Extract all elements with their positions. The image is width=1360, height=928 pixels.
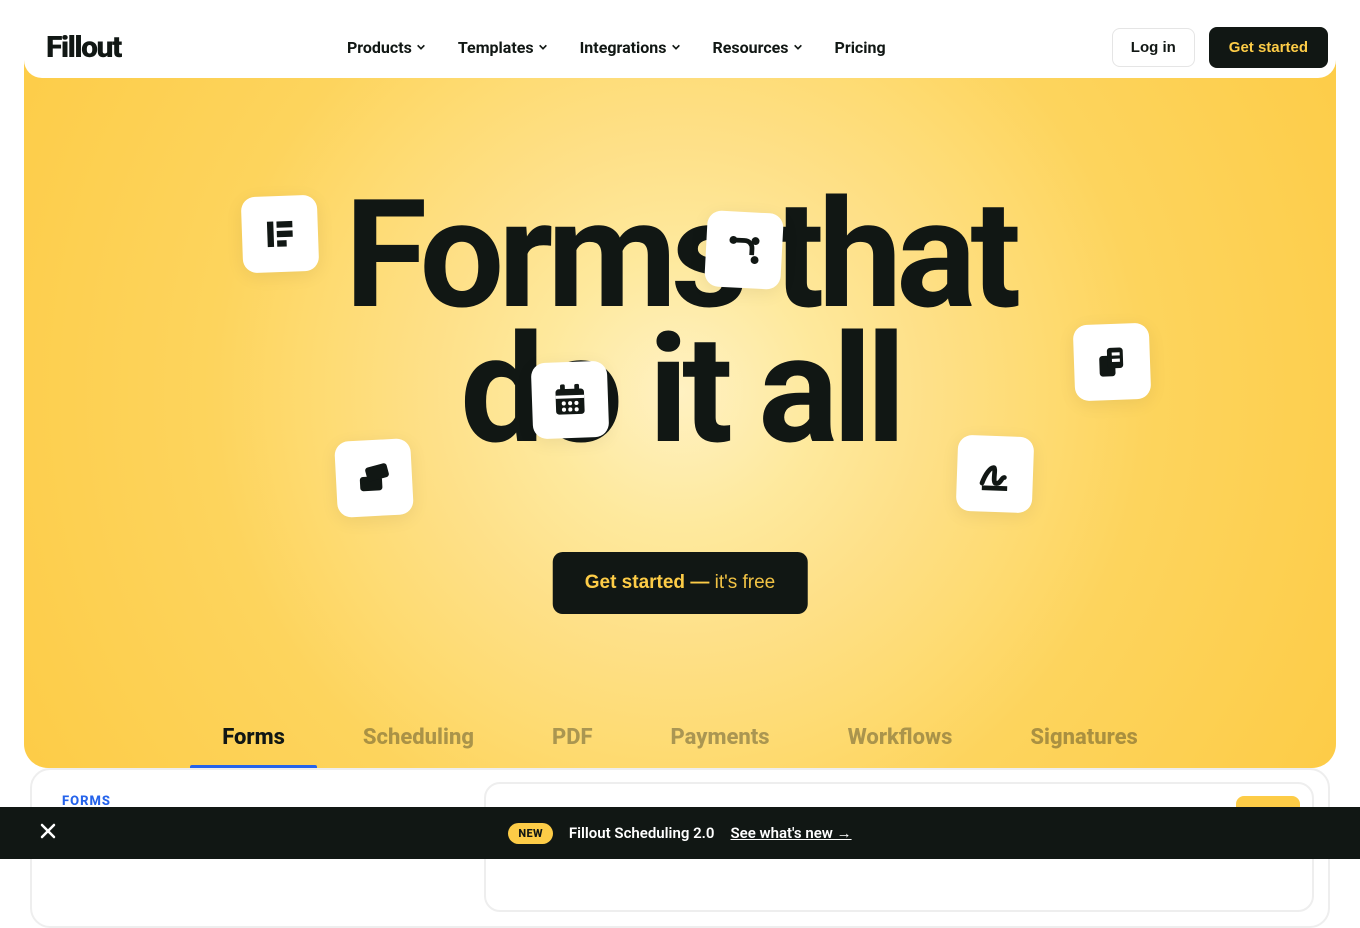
main-nav: Fillout Products Templates Integrations … bbox=[24, 16, 1336, 78]
nav-item-resources[interactable]: Resources bbox=[713, 38, 803, 57]
login-button[interactable]: Log in bbox=[1112, 28, 1195, 67]
get-started-button[interactable]: Get started bbox=[1209, 27, 1328, 68]
tab-signatures[interactable]: Signatures bbox=[1030, 725, 1137, 768]
hero-cta-button[interactable]: Get started — it's free bbox=[553, 552, 808, 614]
floating-card-payment bbox=[334, 438, 414, 518]
hero-cta-light: it's free bbox=[709, 572, 775, 593]
floating-card-calendar bbox=[531, 361, 610, 440]
tab-forms[interactable]: Forms bbox=[222, 725, 285, 768]
calendar-icon bbox=[550, 380, 589, 419]
nav-item-label: Pricing bbox=[835, 38, 886, 57]
hero-section: Fillout Products Templates Integrations … bbox=[24, 16, 1336, 768]
nav-links: Products Templates Integrations Resource… bbox=[347, 38, 886, 57]
signature-icon bbox=[975, 454, 1014, 493]
list-icon bbox=[260, 214, 299, 253]
nav-item-label: Integrations bbox=[580, 38, 667, 57]
tab-payments[interactable]: Payments bbox=[671, 725, 770, 768]
nav-item-templates[interactable]: Templates bbox=[458, 38, 548, 57]
floating-card-list bbox=[241, 195, 320, 274]
floating-card-copy bbox=[1073, 323, 1152, 402]
banner-link[interactable]: See what's new → bbox=[730, 824, 851, 842]
workflow-icon bbox=[724, 230, 764, 270]
logo[interactable]: Fillout bbox=[46, 30, 121, 65]
nav-item-label: Products bbox=[347, 38, 412, 57]
hero-cta-bold: Get started — bbox=[585, 572, 710, 593]
floating-card-workflow bbox=[704, 210, 784, 290]
floating-card-signature bbox=[956, 435, 1035, 514]
payment-icon bbox=[354, 458, 394, 498]
nav-item-pricing[interactable]: Pricing bbox=[835, 38, 886, 57]
tab-pdf[interactable]: PDF bbox=[552, 725, 593, 768]
nav-item-products[interactable]: Products bbox=[347, 38, 426, 57]
copy-icon bbox=[1092, 342, 1131, 381]
tab-scheduling[interactable]: Scheduling bbox=[363, 725, 474, 768]
banner-close-button[interactable] bbox=[38, 821, 58, 845]
nav-item-label: Resources bbox=[713, 38, 789, 57]
close-icon bbox=[38, 821, 58, 841]
chevron-down-icon bbox=[671, 42, 681, 52]
product-tabs: Forms Scheduling PDF Payments Workflows … bbox=[24, 704, 1336, 768]
chevron-down-icon bbox=[793, 42, 803, 52]
nav-item-label: Templates bbox=[458, 38, 534, 57]
chevron-down-icon bbox=[416, 42, 426, 52]
announcement-banner: NEW Fillout Scheduling 2.0 See what's ne… bbox=[0, 807, 1360, 859]
nav-item-integrations[interactable]: Integrations bbox=[580, 38, 681, 57]
banner-text: Fillout Scheduling 2.0 bbox=[569, 824, 715, 842]
chevron-down-icon bbox=[538, 42, 548, 52]
tab-workflows[interactable]: Workflows bbox=[848, 725, 953, 768]
banner-badge: NEW bbox=[508, 823, 552, 844]
nav-right: Log in Get started bbox=[1112, 27, 1328, 68]
